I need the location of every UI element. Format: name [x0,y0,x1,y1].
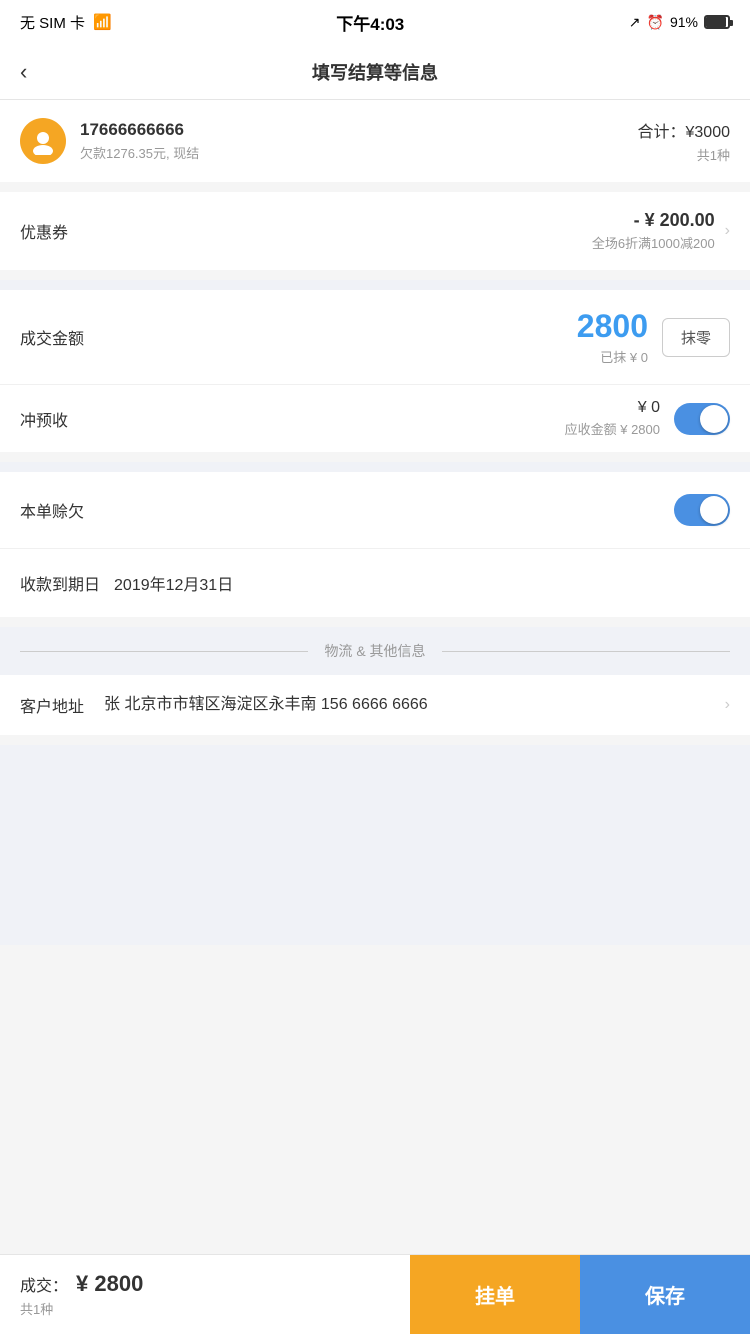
total-value: ¥3000 [686,124,731,141]
address-chevron: › [725,696,730,714]
divider-2 [0,462,750,472]
logistics-line-right [442,651,730,652]
status-left: 无 SIM 卡 📶 [20,12,112,33]
location-icon: ↗ [629,14,641,31]
battery-icon [704,15,730,29]
hold-button[interactable]: 挂单 [410,1255,580,1334]
prepay-value: ¥ 0 [565,399,660,417]
due-value: 2019年12月31日 [114,571,233,595]
due-label: 收款到期日 [20,571,100,595]
debt-toggle[interactable] [674,494,730,526]
debt-row: 本单赊欠 [0,472,750,548]
bottom-deal: 成交： ¥ 2800 [20,1271,390,1297]
battery-text: 91% [670,14,698,30]
bottom-deal-sub: 共1种 [20,1299,390,1318]
customer-info: 17666666666 欠款1276.35元, 现结 [80,120,637,162]
deal-amount-value: 2800 [577,308,648,345]
prepay-sub: 应收金额 ¥ 2800 [565,419,660,438]
bottom-summary: 成交： ¥ 2800 共1种 [0,1271,410,1318]
deal-amount-row: 成交金额 2800 已抹 ¥ 0 抹零 [0,290,750,384]
status-bar: 无 SIM 卡 📶 下午4:03 ↗ ⏰ 91% [0,0,750,44]
back-button[interactable]: ‹ [20,59,27,85]
deal-erased: 已抹 ¥ 0 [577,347,648,366]
alarm-icon: ⏰ [647,14,664,31]
coupon-value-container: - ¥ 200.00 全场6折满1000减200 [592,210,715,252]
total-sub: 共1种 [637,145,730,164]
customer-sub: 欠款1276.35元, 现结 [80,143,637,162]
prepay-value-wrap: ¥ 0 应收金额 ¥ 2800 [565,399,660,438]
debt-section: 本单赊欠 收款到期日 2019年12月31日 [0,472,750,617]
nav-bar: ‹ 填写结算等信息 [0,44,750,100]
total-amount: 合计：¥3000 [637,118,730,142]
coupon-section: 优惠券 - ¥ 200.00 全场6折满1000减200 › [0,192,750,270]
deal-amount-right: 2800 已抹 ¥ 0 抹零 [577,308,730,366]
coupon-right: - ¥ 200.00 全场6折满1000减200 › [592,210,730,252]
bottom-bar: 成交： ¥ 2800 共1种 挂单 保存 [0,1254,750,1334]
coupon-discount-sub: 全场6折满1000减200 [592,233,715,252]
prepay-row: 冲预收 ¥ 0 应收金额 ¥ 2800 [0,384,750,452]
prepay-right: ¥ 0 应收金额 ¥ 2800 [565,399,730,438]
coupon-label: 优惠券 [20,219,68,243]
bottom-deal-label: 成交： [20,1272,68,1296]
customer-phone: 17666666666 [80,120,637,140]
wifi-icon: 📶 [93,13,112,31]
address-value: 张 北京市市辖区海淀区永丰南 156 6666 6666 [104,693,715,717]
address-row[interactable]: 客户地址 张 北京市市辖区海淀区永丰南 156 6666 6666 › [0,675,750,735]
nav-title: 填写结算等信息 [312,59,438,85]
deal-section: 成交金额 2800 已抹 ¥ 0 抹零 冲预收 ¥ 0 应收金额 ¥ 2800 [0,290,750,452]
logistics-text: 物流 & 其他信息 [308,641,441,661]
customer-section: 17666666666 欠款1276.35元, 现结 合计：¥3000 共1种 [0,100,750,182]
debt-toggle-knob [700,496,728,524]
deal-value-wrap: 2800 已抹 ¥ 0 [577,308,648,366]
logistics-header: 物流 & 其他信息 [0,627,750,675]
due-row: 收款到期日 2019年12月31日 [0,548,750,617]
bottom-spacer [0,745,750,945]
coupon-discount: - ¥ 200.00 [592,210,715,231]
avatar [20,118,66,164]
logistics-line-left [20,651,308,652]
prepay-toggle[interactable] [674,403,730,435]
prepay-label: 冲预收 [20,407,68,431]
customer-row: 17666666666 欠款1276.35元, 现结 合计：¥3000 共1种 [0,100,750,182]
user-icon [29,127,57,155]
status-time: 下午4:03 [336,10,404,35]
address-section: 客户地址 张 北京市市辖区海淀区永丰南 156 6666 6666 › [0,675,750,735]
prepay-toggle-knob [700,405,728,433]
divider-1 [0,280,750,290]
save-button[interactable]: 保存 [580,1255,750,1334]
status-right: ↗ ⏰ 91% [629,14,730,31]
address-label: 客户地址 [20,693,84,717]
debt-label: 本单赊欠 [20,498,84,522]
coupon-row[interactable]: 优惠券 - ¥ 200.00 全场6折满1000减200 › [0,192,750,270]
total-label: 合计： [637,124,685,141]
bottom-deal-amount: ¥ 2800 [76,1271,143,1297]
round-button[interactable]: 抹零 [662,318,730,357]
customer-total: 合计：¥3000 共1种 [637,118,730,164]
deal-label: 成交金额 [20,325,84,349]
coupon-chevron: › [725,222,730,240]
sim-status: 无 SIM 卡 [20,12,85,33]
